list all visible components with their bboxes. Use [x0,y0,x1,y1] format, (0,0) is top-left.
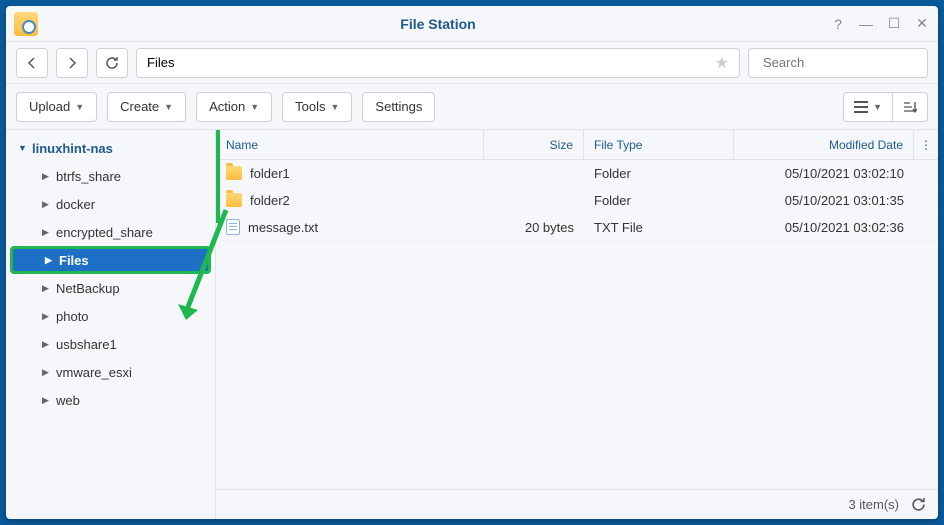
refresh-button-status[interactable] [911,497,926,512]
minimize-button[interactable]: — [858,16,874,32]
caret-right-icon: ▶ [42,283,50,294]
file-icon [226,219,240,235]
caret-right-icon: ▶ [42,171,50,182]
caret-down-icon: ▼ [164,102,173,112]
list-icon [854,101,868,113]
file-list-panel: Name Size File Type Modified Date ⋮ fold… [216,130,938,519]
folder-icon [226,166,242,180]
file-station-window: File Station ? — ☐ ✕ ★ Upload▼ Create▼ A… [6,6,938,519]
app-icon [14,12,38,36]
statusbar: 3 item(s) [216,489,938,519]
favorite-icon[interactable]: ★ [715,53,729,73]
view-mode-group: ▼ [843,92,928,122]
settings-button[interactable]: Settings [362,92,435,122]
tree-item-btrfs-share[interactable]: ▶btrfs_share [6,162,215,190]
table-body: folder1 Folder 05/10/2021 03:02:10 folde… [216,160,938,489]
table-header: Name Size File Type Modified Date ⋮ [216,130,938,160]
tree-root[interactable]: ▼ linuxhint-nas [6,134,215,162]
path-input[interactable] [147,55,715,70]
column-size[interactable]: Size [484,130,584,159]
upload-button[interactable]: Upload▼ [16,92,97,122]
caret-right-icon: ▶ [42,395,50,406]
sort-icon [903,101,917,113]
item-count: 3 item(s) [848,497,899,512]
tree-item-vmware-esxi[interactable]: ▶vmware_esxi [6,358,215,386]
table-row[interactable]: folder2 Folder 05/10/2021 03:01:35 [216,187,938,214]
list-view-button[interactable]: ▼ [843,92,892,122]
sort-button[interactable] [892,92,928,122]
search-input[interactable] [763,55,939,70]
column-more-icon[interactable]: ⋮ [914,130,938,159]
column-date[interactable]: Modified Date [734,130,914,159]
forward-button[interactable] [56,48,88,78]
tree-root-label: linuxhint-nas [32,141,113,156]
column-type[interactable]: File Type [584,130,734,159]
chevron-left-icon [28,57,36,69]
tree-item-photo[interactable]: ▶photo [6,302,215,330]
action-button[interactable]: Action▼ [196,92,272,122]
body: ▼ linuxhint-nas ▶btrfs_share ▶docker ▶en… [6,130,938,519]
tree-item-usbshare1[interactable]: ▶usbshare1 [6,330,215,358]
caret-down-icon: ▼ [75,102,84,112]
folder-icon [226,193,242,207]
help-button[interactable]: ? [830,16,846,32]
back-button[interactable] [16,48,48,78]
titlebar: File Station ? — ☐ ✕ [6,6,938,42]
close-button[interactable]: ✕ [914,16,930,32]
maximize-button[interactable]: ☐ [886,16,902,32]
caret-down-icon: ▼ [18,143,26,153]
caret-right-icon: ▶ [42,199,50,210]
annotation-bar [216,130,220,223]
tree-item-netbackup[interactable]: ▶NetBackup [6,274,215,302]
tree-item-docker[interactable]: ▶docker [6,190,215,218]
refresh-icon [911,497,926,512]
action-toolbar: Upload▼ Create▼ Action▼ Tools▼ Settings … [6,84,938,130]
window-controls: ? — ☐ ✕ [830,16,930,32]
caret-down-icon: ▼ [873,102,882,112]
chevron-right-icon [68,57,76,69]
window-title: File Station [46,16,830,32]
caret-right-icon: ▶ [42,339,50,350]
tree-item-files[interactable]: ▶Files [10,246,211,274]
path-input-container: ★ [136,48,740,78]
search-box [748,48,928,78]
table-row[interactable]: folder1 Folder 05/10/2021 03:02:10 [216,160,938,187]
caret-down-icon: ▼ [331,102,340,112]
caret-right-icon: ▶ [45,255,53,266]
refresh-icon [105,56,119,70]
refresh-button[interactable] [96,48,128,78]
caret-right-icon: ▶ [42,311,50,322]
navigation-toolbar: ★ [6,42,938,84]
caret-right-icon: ▶ [42,367,50,378]
table-row[interactable]: message.txt 20 bytes TXT File 05/10/2021… [216,214,938,241]
sidebar: ▼ linuxhint-nas ▶btrfs_share ▶docker ▶en… [6,130,216,519]
create-button[interactable]: Create▼ [107,92,186,122]
caret-right-icon: ▶ [42,227,50,238]
tools-button[interactable]: Tools▼ [282,92,352,122]
tree-item-web[interactable]: ▶web [6,386,215,414]
caret-down-icon: ▼ [250,102,259,112]
column-name[interactable]: Name [216,130,484,159]
tree-item-encrypted-share[interactable]: ▶encrypted_share [6,218,215,246]
